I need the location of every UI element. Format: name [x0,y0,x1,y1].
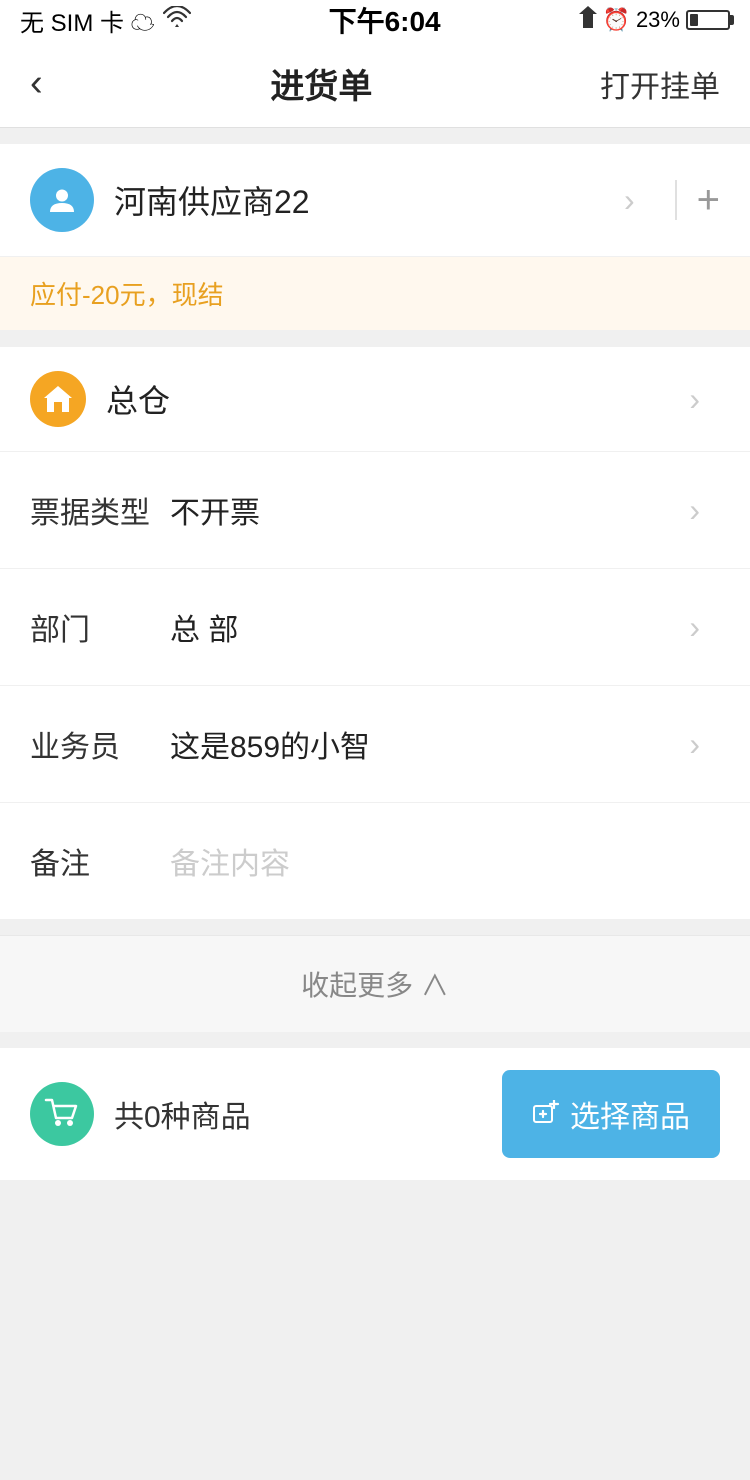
sales-rep-value: 这是859的小智 [170,722,689,766]
alarm-icon: ⏰ [603,7,630,33]
ticket-chevron-icon: › [689,492,700,529]
warehouse-label: 总仓 [106,376,689,422]
supplier-divider [675,180,677,220]
notes-placeholder[interactable]: 备注内容 [170,839,720,883]
add-supplier-button[interactable]: + [697,178,720,223]
person-icon [47,185,77,215]
supplier-avatar [30,168,94,232]
collapse-toggle[interactable]: 收起更多 ∧ [0,935,750,1032]
ticket-type-label: 票据类型 [30,488,170,532]
supplier-chevron-icon: › [624,182,635,219]
location-icon [579,6,597,34]
warehouse-chevron-icon: › [689,381,700,418]
supplier-row[interactable]: 河南供应商22 › + [0,144,750,257]
warehouse-icon [30,371,86,427]
open-pending-button[interactable]: 打开挂单 [600,62,720,106]
notes-row[interactable]: 备注 备注内容 [0,802,750,919]
nav-bar: ‹ 进货单 打开挂单 [0,40,750,128]
ticket-type-value: 不开票 [170,488,689,532]
select-product-icon [532,1100,560,1128]
status-left: 无 SIM 卡 ☁ [20,3,191,38]
warehouse-section: 总仓 › 票据类型 不开票 › 部门 总 部 › 业务员 这是859的小智 › … [0,347,750,919]
supplier-name: 河南供应商22 [114,177,624,223]
separator-1 [0,128,750,144]
battery-percent: 23% [636,7,680,33]
sales-rep-label: 业务员 [30,722,170,766]
info-banner: 应付-20元，现结 [0,257,750,331]
select-product-button[interactable]: 选择商品 [502,1070,720,1158]
notes-label: 备注 [30,839,170,883]
department-chevron-icon: › [689,609,700,646]
product-bar: 共0种商品 选择商品 [0,1048,750,1180]
department-row[interactable]: 部门 总 部 › [0,568,750,685]
product-cart-icon [30,1082,94,1146]
department-value: 总 部 [170,605,689,649]
sim-label: 无 SIM 卡 ☁ [20,3,155,38]
back-button[interactable]: ‹ [30,62,43,105]
status-time: 下午6:04 [329,0,441,40]
page-title: 进货单 [270,59,372,108]
status-bar: 无 SIM 卡 ☁ 下午6:04 ⏰ 23% [0,0,750,40]
department-label: 部门 [30,605,170,649]
battery-icon [686,10,730,30]
select-product-label: 选择商品 [570,1092,690,1136]
sales-rep-row[interactable]: 业务员 这是859的小智 › [0,685,750,802]
main-background [0,1180,750,1480]
house-icon [42,384,74,414]
status-right: ⏰ 23% [579,6,730,34]
sales-rep-chevron-icon: › [689,726,700,763]
product-count-label: 共0种商品 [114,1092,502,1136]
cart-icon [44,1098,80,1130]
ticket-type-row[interactable]: 票据类型 不开票 › [0,451,750,568]
warehouse-row[interactable]: 总仓 › [0,347,750,451]
wifi-icon [163,6,191,35]
